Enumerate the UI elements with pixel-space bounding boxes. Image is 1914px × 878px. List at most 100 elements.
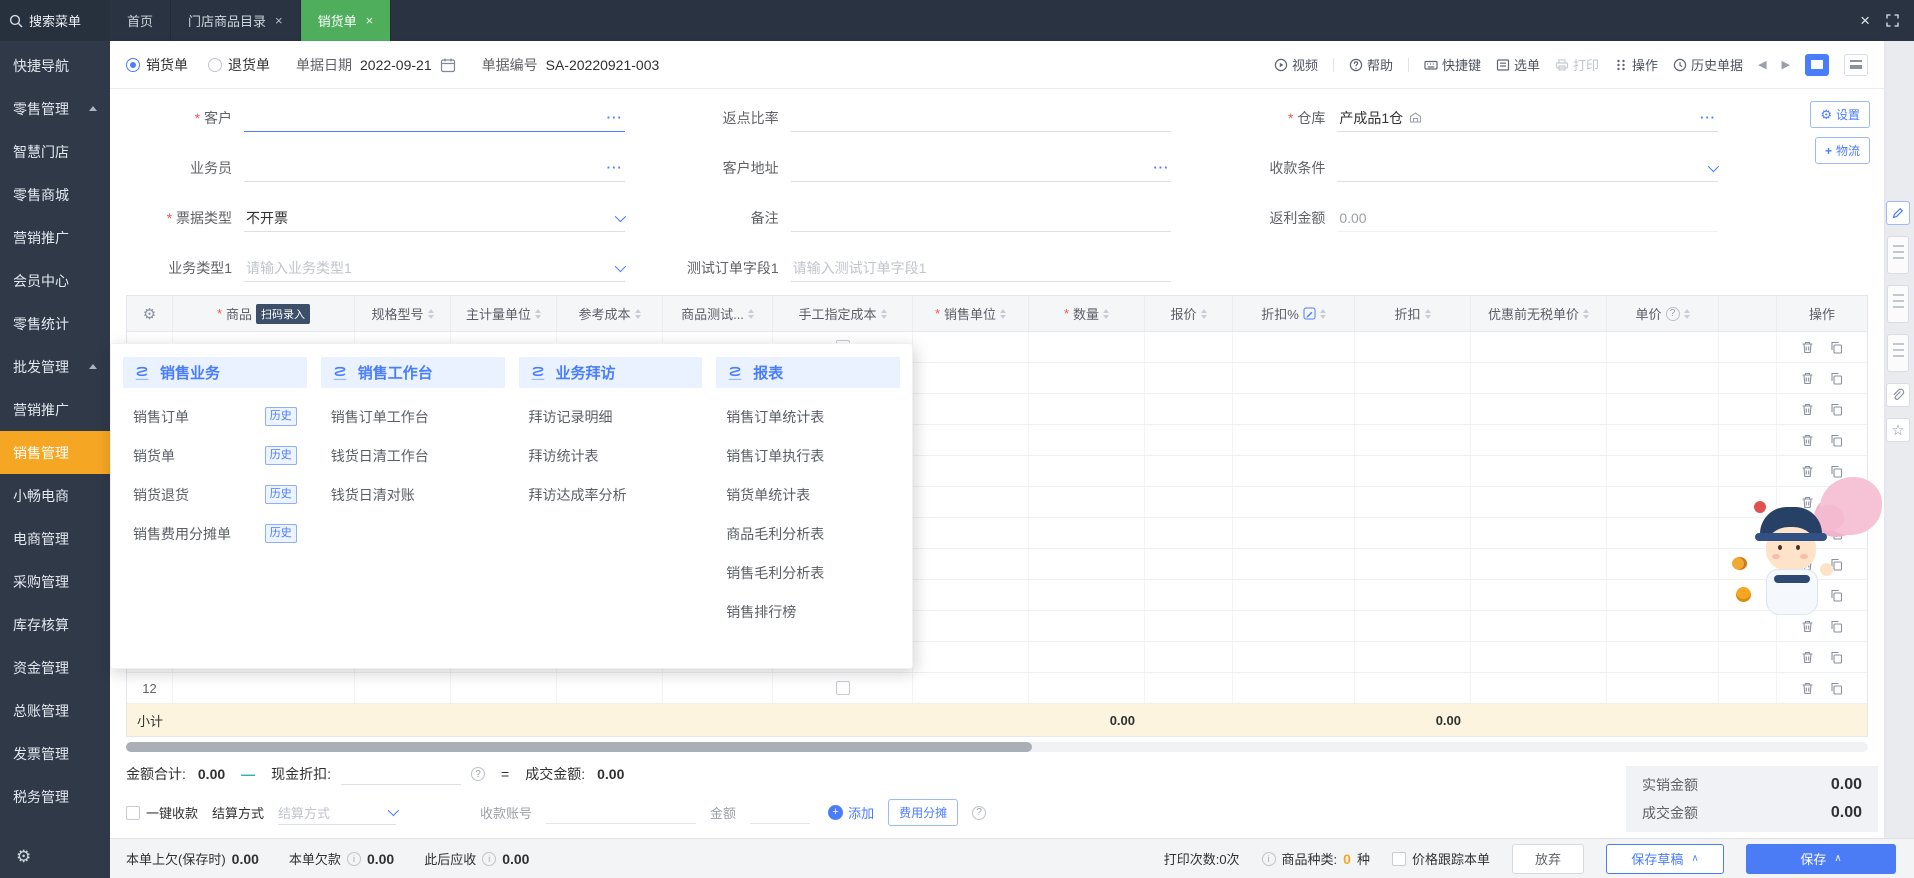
column-settings-icon[interactable]	[143, 305, 156, 323]
sort-icon[interactable]	[1683, 308, 1690, 319]
cell-sale-unit[interactable]	[913, 580, 1029, 610]
sort-icon[interactable]	[1424, 308, 1431, 319]
cell-sale-unit[interactable]	[913, 456, 1029, 486]
delete-row-icon[interactable]	[1800, 371, 1815, 386]
doc-type-radio[interactable]: 退货单	[208, 55, 270, 75]
payment-terms-select[interactable]	[1337, 154, 1720, 182]
salesman-input[interactable]	[244, 154, 625, 182]
business-type-select[interactable]: 请输入业务类型1	[244, 254, 626, 282]
cell-discount[interactable]	[1355, 642, 1471, 672]
cell-discount[interactable]	[1355, 425, 1471, 455]
tab-close-icon[interactable]	[366, 14, 374, 27]
history-badge[interactable]: 历史	[264, 407, 297, 426]
cell-sale-unit[interactable]	[913, 549, 1029, 579]
doc-type-radio[interactable]: 销货单	[126, 55, 188, 75]
cell-unit-price[interactable]	[1607, 394, 1719, 424]
video-button[interactable]: 视频	[1274, 55, 1318, 74]
cell-discount[interactable]	[1355, 332, 1471, 362]
sidebar-item[interactable]: 快捷导航	[0, 44, 110, 87]
sidebar-item[interactable]: 营销推广	[0, 216, 110, 259]
history-docs-button[interactable]: 历史单据	[1673, 55, 1743, 74]
memo-button[interactable]	[1886, 201, 1910, 225]
rebate-ratio-input[interactable]	[790, 104, 1172, 132]
cell-discount-pct[interactable]	[1233, 580, 1355, 610]
close-icon[interactable]	[1860, 12, 1870, 29]
test-order-field-input[interactable]: 请输入测试订单字段1	[790, 254, 1172, 282]
tab-close-icon[interactable]	[275, 14, 283, 27]
cell-discount[interactable]	[1355, 611, 1471, 641]
view-form-button[interactable]	[1805, 53, 1829, 76]
cell-sale-unit[interactable]	[913, 394, 1029, 424]
cell-quote[interactable]	[1145, 549, 1233, 579]
history-badge[interactable]: 历史	[264, 524, 297, 543]
copy-row-icon[interactable]	[1829, 402, 1844, 417]
document-tab[interactable]: 销货单	[300, 0, 392, 41]
cell-pre-discount-price[interactable]	[1471, 394, 1607, 424]
fullscreen-icon[interactable]	[1886, 14, 1899, 27]
payment-help-icon[interactable]	[972, 805, 987, 820]
edit-discount-icon[interactable]	[1303, 307, 1316, 320]
doc-date-value[interactable]: 2022-09-21	[360, 57, 432, 73]
flyout-menu-item[interactable]: 钱货日清工作台	[331, 436, 495, 475]
cell-quantity[interactable]	[1029, 363, 1145, 393]
sidebar-item[interactable]: 零售管理	[0, 87, 110, 130]
cell-pre-discount-price[interactable]	[1471, 580, 1607, 610]
cell-pre-discount-price[interactable]	[1471, 487, 1607, 517]
operations-button[interactable]: 操作	[1614, 55, 1658, 74]
flyout-menu-item[interactable]: 销售排行榜	[726, 592, 890, 631]
table-row[interactable]: 12	[127, 673, 1867, 704]
delete-row-icon[interactable]	[1800, 340, 1815, 355]
sort-icon[interactable]	[880, 308, 887, 319]
next-doc-button[interactable]	[1782, 58, 1790, 71]
sort-icon[interactable]	[1000, 308, 1007, 319]
cell-discount-pct[interactable]	[1233, 487, 1355, 517]
delete-row-icon[interactable]	[1800, 433, 1815, 448]
cell-pre-discount-price[interactable]	[1471, 518, 1607, 548]
cell-quote[interactable]	[1145, 456, 1233, 486]
receipt-amount-input[interactable]	[750, 802, 811, 824]
cell-discount[interactable]	[1355, 549, 1471, 579]
cell-quote[interactable]	[1145, 363, 1233, 393]
sidebar-item[interactable]: 营销推广	[0, 388, 110, 431]
cell-unit-price[interactable]	[1607, 673, 1719, 703]
cell-spec[interactable]	[355, 673, 451, 703]
warehouse-input[interactable]: 产成品1仓	[1337, 104, 1718, 132]
help-icon[interactable]	[471, 767, 486, 781]
cell-ref-cost[interactable]	[557, 673, 663, 703]
copy-row-icon[interactable]	[1829, 526, 1844, 541]
cell-unit-price[interactable]	[1607, 611, 1719, 641]
delete-row-icon[interactable]	[1800, 650, 1815, 665]
sidebar-item[interactable]: 销售管理	[0, 431, 110, 474]
sort-icon[interactable]	[1200, 308, 1207, 319]
cell-quantity[interactable]	[1029, 580, 1145, 610]
settings-button[interactable]: 设置	[1810, 101, 1870, 128]
sidebar-item[interactable]: 零售统计	[0, 302, 110, 345]
cell-discount-pct[interactable]	[1233, 363, 1355, 393]
discard-button[interactable]: 放弃	[1512, 843, 1584, 874]
price-track-option[interactable]: 价格跟踪本单	[1391, 849, 1490, 868]
unit-price-help-icon[interactable]	[1665, 306, 1680, 321]
cell-discount-pct[interactable]	[1233, 673, 1355, 703]
print-button[interactable]: 打印	[1555, 55, 1599, 74]
cell-quote[interactable]	[1145, 487, 1233, 517]
cell-pre-discount-price[interactable]	[1471, 611, 1607, 641]
manual-cost-checkbox[interactable]	[835, 681, 850, 695]
flyout-menu-item[interactable]: 钱货日清对账	[331, 475, 495, 514]
cell-quote[interactable]	[1145, 642, 1233, 672]
flyout-menu-item[interactable]: 销售订单 历史	[133, 397, 297, 436]
customer-input[interactable]	[244, 104, 625, 132]
cell-product-test[interactable]	[663, 673, 773, 703]
delete-row-icon[interactable]	[1800, 526, 1815, 541]
panel-tab-1[interactable]	[1887, 236, 1909, 274]
cell-sale-unit[interactable]	[913, 673, 1029, 703]
cell-sale-unit[interactable]	[913, 611, 1029, 641]
cell-pre-discount-price[interactable]	[1471, 332, 1607, 362]
cell-unit-price[interactable]	[1607, 642, 1719, 672]
save-draft-button[interactable]: 保存草稿	[1606, 843, 1724, 874]
sidebar-item[interactable]: 总账管理	[0, 689, 110, 732]
cell-unit-price[interactable]	[1607, 456, 1719, 486]
bill-type-select[interactable]: 不开票	[244, 204, 626, 232]
cell-pre-discount-price[interactable]	[1471, 642, 1607, 672]
cell-sale-unit[interactable]	[913, 642, 1029, 672]
cell-quote[interactable]	[1145, 425, 1233, 455]
